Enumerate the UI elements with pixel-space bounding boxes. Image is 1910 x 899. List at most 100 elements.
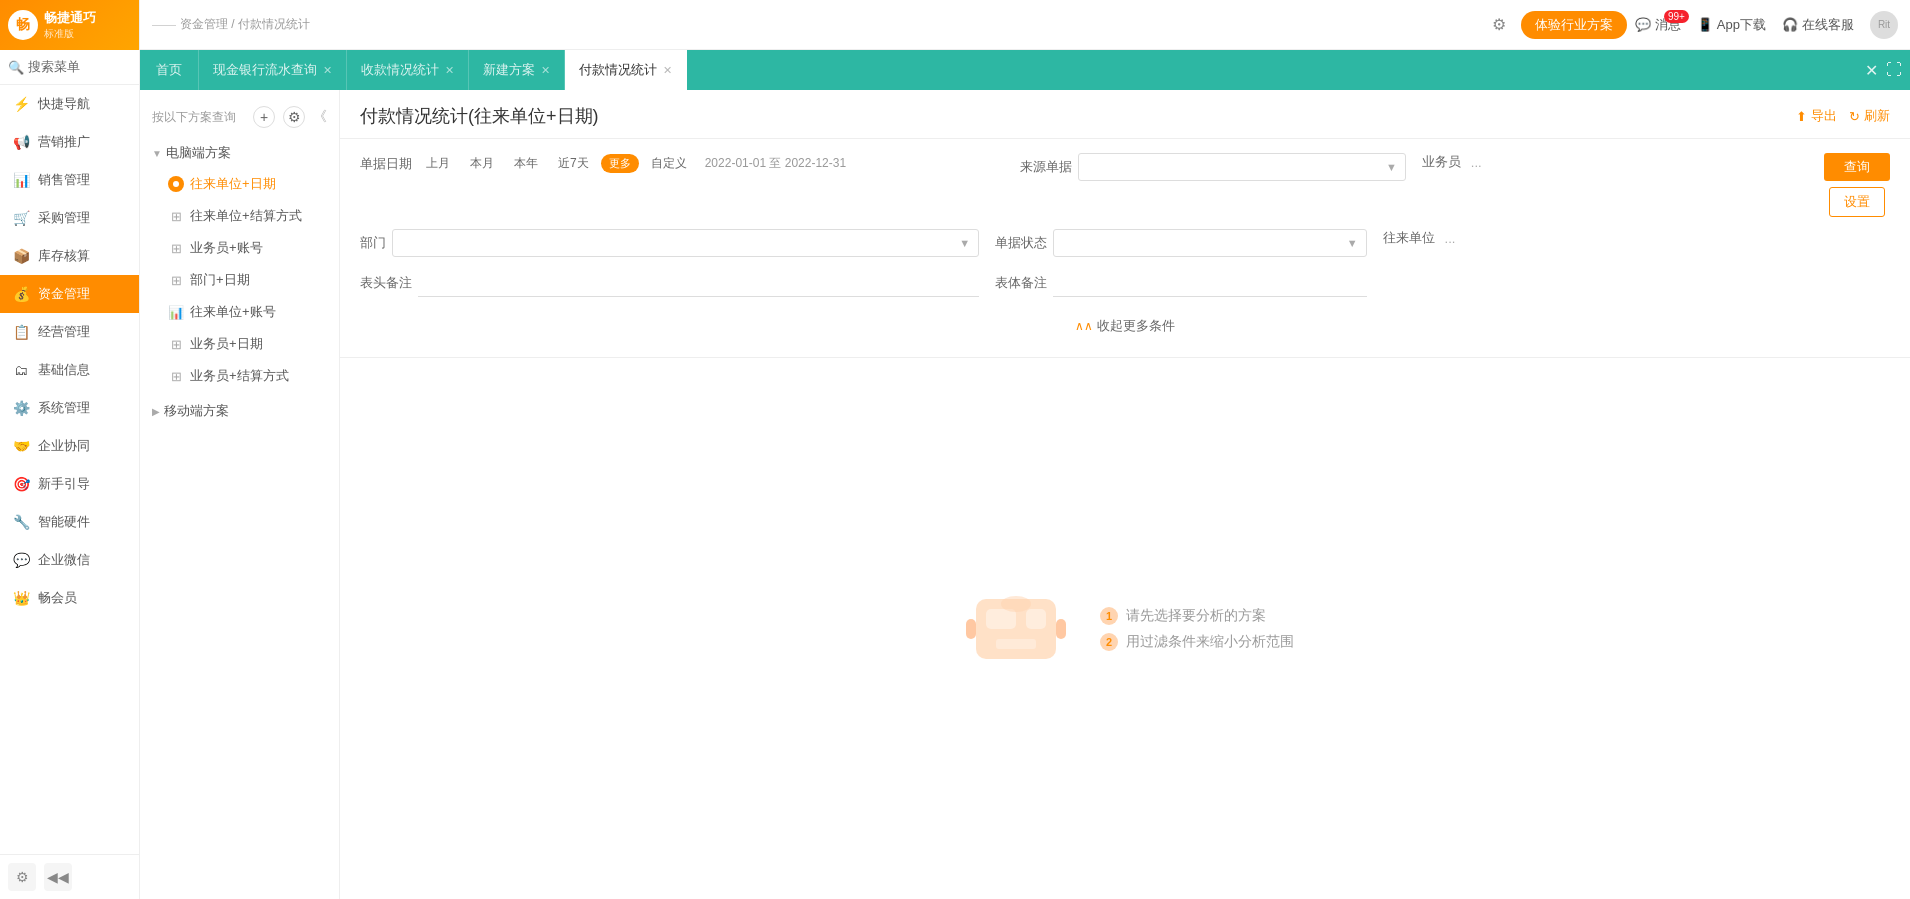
search-menu[interactable]: 🔍 搜索菜单: [0, 50, 139, 85]
collapse-left-panel-btn[interactable]: 《: [313, 108, 327, 126]
scheme-group-pc-header[interactable]: ▼ 电脑端方案: [140, 138, 339, 168]
filter-partner: 往来单位 ...: [1383, 229, 1754, 247]
sidebar-item-purchase[interactable]: 🛒 采购管理: [0, 199, 139, 237]
sidebar-nav: ⚡ 快捷导航 📢 营销推广 📊 销售管理 🛒 采购管理 📦 库存核算 💰 资金管…: [0, 85, 139, 854]
table-header-note-input[interactable]: [418, 269, 979, 297]
sales-icon: 📊: [12, 171, 30, 189]
sidebar-item-wechat[interactable]: 💬 企业微信: [0, 541, 139, 579]
scheme-item-partner-date[interactable]: 往来单位+日期: [140, 168, 339, 200]
tab-new-plan[interactable]: 新建方案 ✕: [469, 50, 565, 90]
last-month-btn[interactable]: 上月: [418, 153, 458, 174]
sidebar-item-operations[interactable]: 📋 经营管理: [0, 313, 139, 351]
notifications-badge: 99+: [1664, 10, 1689, 23]
tab-home[interactable]: 首页: [140, 50, 199, 90]
trial-btn[interactable]: 体验行业方案: [1521, 11, 1627, 39]
left-panel-header: 按以下方案查询 + ⚙ 《: [140, 100, 339, 138]
sidebar-item-guide[interactable]: 🎯 新手引导: [0, 465, 139, 503]
scheme-item-salesman-settlement[interactable]: ⊞ 业务员+结算方式: [140, 360, 339, 392]
tab-close-cash-flow[interactable]: ✕: [323, 64, 332, 77]
this-year-btn[interactable]: 本年: [506, 153, 546, 174]
scheme-item-partner-settlement[interactable]: ⊞ 往来单位+结算方式: [140, 200, 339, 232]
add-scheme-btn[interactable]: +: [253, 106, 275, 128]
notifications-btn[interactable]: 💬 消息 99+: [1635, 16, 1681, 34]
tabbar: 首页 现金银行流水查询 ✕ 收款情况统计 ✕ 新建方案 ✕ 付款情况统计 ✕ ✕…: [140, 50, 1910, 90]
tab-payment-stats[interactable]: 付款情况统计 ✕: [565, 50, 687, 90]
source-label: 来源单据: [1020, 158, 1072, 176]
export-btn[interactable]: ⬆ 导出: [1796, 107, 1837, 125]
doc-status-label: 单据状态: [995, 234, 1047, 252]
refresh-btn[interactable]: ↻ 刷新: [1849, 107, 1890, 125]
query-btn[interactable]: 查询: [1824, 153, 1890, 181]
scheme-item-salesman-account[interactable]: ⊞ 业务员+账号: [140, 232, 339, 264]
svg-rect-4: [966, 619, 976, 639]
topbar-settings-btn[interactable]: ⚙: [1485, 11, 1513, 39]
empty-state: 1 请先选择要分析的方案 2 用过滤条件来缩小分析范围: [340, 358, 1910, 899]
source-select-arrow-icon: ▼: [1386, 161, 1397, 173]
scheme-item-partner-account[interactable]: 📊 往来单位+账号: [140, 296, 339, 328]
custom-btn[interactable]: 自定义: [643, 153, 695, 174]
source-select[interactable]: ▼: [1078, 153, 1406, 181]
salesman-label: 业务员: [1422, 153, 1461, 171]
salesman-more-btn[interactable]: ...: [1471, 155, 1482, 170]
dept-select[interactable]: ▼: [392, 229, 979, 257]
tab-close-collection[interactable]: ✕: [445, 64, 454, 77]
last-7days-btn[interactable]: 近7天: [550, 153, 597, 174]
tabbar-right: ✕ ⛶: [1865, 50, 1910, 90]
filter-source: 来源单据 ▼: [1020, 153, 1406, 181]
sidebar-item-quick-nav[interactable]: ⚡ 快捷导航: [0, 85, 139, 123]
more-btn[interactable]: 更多: [601, 154, 639, 173]
scheme-item-dept-date[interactable]: ⊞ 部门+日期: [140, 264, 339, 296]
empty-hint-2: 2 用过滤条件来缩小分析范围: [1100, 633, 1294, 651]
close-all-tabs-btn[interactable]: ✕: [1865, 61, 1878, 80]
sidebar-item-cooperation[interactable]: 🤝 企业协同: [0, 427, 139, 465]
date-buttons: 上月 本月 本年 近7天 更多 自定义: [418, 153, 695, 174]
column-settings-btn[interactable]: 设置: [1829, 187, 1885, 217]
collapse-more-btn[interactable]: ∧∧ 收起更多条件: [360, 309, 1890, 343]
collapse-sidebar-btn[interactable]: ◀◀: [44, 863, 72, 891]
right-content: 付款情况统计(往来单位+日期) ⬆ 导出 ↻ 刷新 单: [340, 90, 1910, 899]
inventory-icon: 📦: [12, 247, 30, 265]
topbar-right: 💬 消息 99+ 📱 App下载 🎧 在线客服 Rit: [1635, 11, 1898, 39]
sidebar-item-marketing[interactable]: 📢 营销推广: [0, 123, 139, 161]
settings-footer-btn[interactable]: ⚙: [8, 863, 36, 891]
scheme-group-mobile: ▶ 移动端方案: [140, 396, 339, 426]
filter-dept: 部门 ▼: [360, 229, 979, 257]
sidebar-item-member[interactable]: 👑 畅会员: [0, 579, 139, 617]
sidebar-item-sales[interactable]: 📊 销售管理: [0, 161, 139, 199]
sidebar-item-system[interactable]: ⚙️ 系统管理: [0, 389, 139, 427]
filter-row-2: 部门 ▼ 单据状态 ▼ 往来单位: [360, 229, 1890, 257]
doc-status-select[interactable]: ▼: [1053, 229, 1366, 257]
tab-collection-stats[interactable]: 收款情况统计 ✕: [347, 50, 469, 90]
scheme-group-mobile-header[interactable]: ▶ 移动端方案: [140, 396, 339, 426]
dept-date-icon: ⊞: [168, 272, 184, 288]
sidebar-item-hardware[interactable]: 🔧 智能硬件: [0, 503, 139, 541]
filter-row-3: 表头备注 表体备注: [360, 269, 1890, 297]
partner-more-btn[interactable]: ...: [1445, 231, 1456, 246]
sidebar-item-basic-info[interactable]: 🗂 基础信息: [0, 351, 139, 389]
tab-cash-flow[interactable]: 现金银行流水查询 ✕: [199, 50, 347, 90]
app-download-btn[interactable]: 📱 App下载: [1697, 16, 1766, 34]
online-service-btn[interactable]: 🎧 在线客服: [1782, 16, 1854, 34]
partner-label: 往来单位: [1383, 229, 1435, 247]
tab-close-new-plan[interactable]: ✕: [541, 64, 550, 77]
page-title: 付款情况统计(往来单位+日期): [360, 104, 599, 128]
pc-group-arrow-icon: ▼: [152, 148, 162, 159]
sidebar-item-inventory[interactable]: 📦 库存核算: [0, 237, 139, 275]
scheme-item-salesman-date[interactable]: ⊞ 业务员+日期: [140, 328, 339, 360]
scheme-settings-btn[interactable]: ⚙: [283, 106, 305, 128]
expand-tabs-btn[interactable]: ⛶: [1886, 61, 1902, 79]
export-icon: ⬆: [1796, 109, 1807, 124]
table-header-note-label: 表头备注: [360, 274, 412, 292]
sidebar-item-funds[interactable]: 💰 资金管理: [0, 275, 139, 313]
user-avatar[interactable]: Rit: [1870, 11, 1898, 39]
date-range: 2022-01-01 至 2022-12-31: [705, 155, 846, 172]
dept-select-arrow-icon: ▼: [959, 237, 970, 249]
tab-close-payment[interactable]: ✕: [663, 64, 672, 77]
svg-rect-1: [986, 609, 1016, 629]
content-area: 按以下方案查询 + ⚙ 《 ▼ 电脑端方案 往来单位+日期 ⊞: [140, 90, 1910, 899]
table-body-note-input[interactable]: [1053, 269, 1366, 297]
marketing-icon: 📢: [12, 133, 30, 151]
this-month-btn[interactable]: 本月: [462, 153, 502, 174]
headset-icon: 🎧: [1782, 17, 1798, 32]
cooperation-icon: 🤝: [12, 437, 30, 455]
